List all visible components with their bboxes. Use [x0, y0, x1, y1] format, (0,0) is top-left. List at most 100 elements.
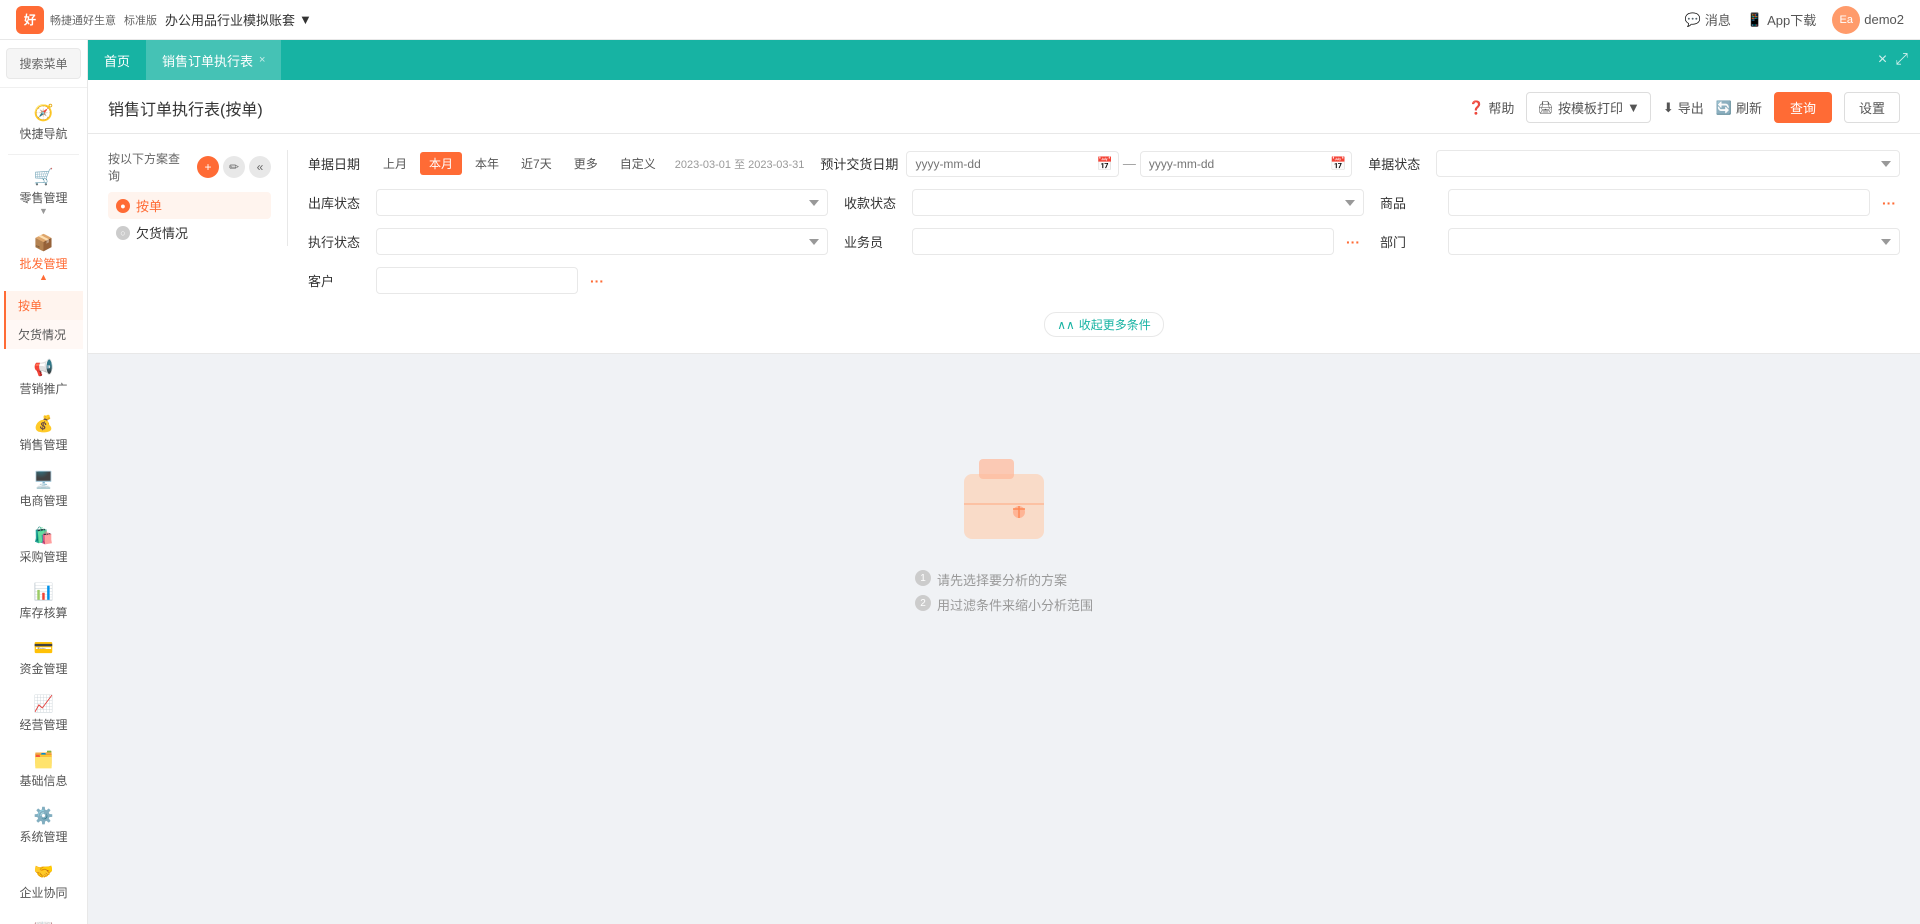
ecommerce-icon: 🖥️	[34, 470, 54, 490]
sidebar-item-finance[interactable]: 💳 资金管理	[4, 630, 83, 685]
top-header: 好 畅捷通好生意 标准版 办公用品行业模拟账套 ▼ 💬 消息 📱 App下载 E…	[0, 0, 1920, 40]
settings-button[interactable]: 设置	[1844, 92, 1900, 123]
zero-retail-icon: 🛒	[34, 167, 54, 187]
payment-select[interactable]	[912, 189, 1364, 216]
submenu-item-1[interactable]: 按单	[6, 291, 83, 320]
tab-home[interactable]: 首页	[88, 40, 146, 80]
tab-restore-btn[interactable]: ×	[1878, 51, 1887, 69]
sidebar-search-area: 搜索菜单	[0, 40, 87, 88]
refresh-icon: 🔄	[1716, 100, 1732, 116]
preset-7days[interactable]: 近7天	[512, 152, 561, 175]
username: demo2	[1864, 12, 1904, 27]
filter-section: 按以下方案查询 + ✏ « ● 按单 ○	[108, 150, 1900, 337]
print-btn[interactable]: 🖨 按模板打印 ▼	[1526, 92, 1650, 123]
message-btn[interactable]: 💬 消息	[1685, 10, 1731, 29]
forecast-end-cal-icon: 📅	[1330, 156, 1346, 172]
forecast-end-input[interactable]	[1140, 151, 1352, 177]
collapse-label: 收起更多条件	[1079, 316, 1151, 333]
sidebar-item-nav-shortcut[interactable]: 🧭 快捷导航	[4, 95, 83, 150]
help-icon: ❓	[1468, 100, 1484, 116]
forecast-start-input[interactable]	[906, 151, 1118, 177]
wholesale-submenu: 按单 欠货情况	[4, 291, 83, 349]
dept-select[interactable]	[1448, 228, 1900, 255]
salesman-input[interactable]	[912, 228, 1334, 255]
date-filter-group: 单据日期 上月 本月 本年 近7天 更多 自定义 2023-03-01 至 20…	[308, 152, 804, 175]
print-label: 按模板打印	[1558, 98, 1623, 117]
marketing-label: 营销推广	[19, 380, 67, 397]
filter-area: 按以下方案查询 + ✏ « ● 按单 ○	[88, 134, 1920, 354]
page-content: 销售订单执行表(按单) ❓ 帮助 🖨 按模板打印 ▼ ⬇ 导出	[88, 80, 1920, 924]
export-btn[interactable]: ⬇ 导出	[1663, 98, 1704, 117]
help-btn[interactable]: ❓ 帮助	[1468, 98, 1514, 117]
scheme-edit-btn[interactable]: ✏	[223, 156, 245, 178]
warehouse-group: 出库状态	[308, 189, 828, 216]
scheme-label-2: 欠货情况	[136, 223, 188, 242]
preset-last-month[interactable]: 上月	[374, 152, 416, 175]
customer-dots-btn[interactable]: ···	[586, 273, 608, 289]
page-header-actions: ❓ 帮助 🖨 按模板打印 ▼ ⬇ 导出 🔄 刷新	[1468, 92, 1900, 123]
export-icon: ⬇	[1663, 100, 1674, 116]
sidebar-item-guide[interactable]: 📖 新手引导	[4, 910, 83, 924]
export-label: 导出	[1678, 98, 1704, 117]
submenu-item-2[interactable]: 欠货情况	[6, 320, 83, 349]
wholesale-icon: 📦	[34, 233, 54, 253]
scheme-collapse-btn[interactable]: «	[249, 156, 271, 178]
product-label: 商品	[1380, 193, 1440, 212]
sidebar-item-enterprise[interactable]: 🤝 企业协同	[4, 854, 83, 909]
sidebar-item-basic[interactable]: 🗂️ 基础信息	[4, 742, 83, 797]
tab-active[interactable]: 销售订单执行表 ×	[146, 40, 281, 80]
salesman-group: 业务员 ···	[844, 228, 1364, 255]
sidebar-item-system[interactable]: ⚙️ 系统管理	[4, 798, 83, 853]
enterprise-icon: 🤝	[34, 862, 54, 882]
sidebar-item-operation[interactable]: 📈 经营管理	[4, 686, 83, 741]
inventory-icon: 📊	[34, 582, 54, 602]
customer-group: 客户 ···	[308, 267, 608, 294]
system-label: 系统管理	[19, 828, 67, 845]
warehouse-select[interactable]	[376, 189, 828, 216]
collapse-more-btn[interactable]: ∧∧ 收起更多条件	[1044, 312, 1164, 337]
preset-this-month[interactable]: 本月	[420, 152, 462, 175]
scheme-add-btn[interactable]: +	[197, 156, 219, 178]
search-button[interactable]: 查询	[1774, 92, 1832, 123]
operation-label: 经营管理	[19, 716, 67, 733]
sidebar-search-btn[interactable]: 搜索菜单	[6, 48, 81, 79]
dept-label: 部门	[1380, 232, 1440, 251]
sidebar-item-wholesale[interactable]: 📦 批发管理 ▲	[4, 225, 83, 290]
refresh-btn[interactable]: 🔄 刷新	[1716, 98, 1762, 117]
salesman-dots-btn[interactable]: ···	[1342, 234, 1364, 250]
tab-close-btn[interactable]: ×	[259, 54, 265, 66]
preset-more[interactable]: 更多	[565, 152, 607, 175]
sidebar-item-marketing[interactable]: 📢 营销推广	[4, 350, 83, 405]
sidebar-item-inventory[interactable]: 📊 库存核算	[4, 574, 83, 629]
status-select[interactable]	[1436, 150, 1900, 177]
exec-select[interactable]	[376, 228, 828, 255]
app-download-btn[interactable]: 📱 App下载	[1747, 10, 1816, 29]
preset-this-year[interactable]: 本年	[466, 152, 508, 175]
date-presets: 上月 本月 本年 近7天 更多 自定义	[374, 152, 665, 175]
scheme-item-2[interactable]: ○ 欠货情况	[108, 219, 271, 246]
header-left: 好 畅捷通好生意 标准版 办公用品行业模拟账套 ▼	[16, 6, 312, 34]
tip-num-1: 1	[915, 570, 931, 586]
product-input[interactable]	[1448, 189, 1870, 216]
system-icon: ⚙️	[34, 806, 54, 826]
sidebar-nav-label: 快捷导航	[19, 125, 67, 142]
empty-tip-2: 2 用过滤条件来缩小分析范围	[915, 595, 1093, 614]
sidebar-item-ecommerce[interactable]: 🖥️ 电商管理	[4, 462, 83, 517]
sidebar-item-purchase[interactable]: 🛍️ 采购管理	[4, 518, 83, 573]
user-profile[interactable]: Ea demo2	[1832, 6, 1904, 34]
sidebar-divider-1	[8, 154, 79, 155]
sales-label: 销售管理	[19, 436, 67, 453]
message-icon: 💬	[1685, 12, 1701, 28]
logo-area: 好 畅捷通好生意	[16, 6, 116, 34]
customer-input[interactable]	[376, 267, 578, 294]
sidebar-item-sales[interactable]: 💰 销售管理	[4, 406, 83, 461]
scheme-item-1[interactable]: ● 按单	[108, 192, 271, 219]
print-arrow-icon: ▼	[1627, 100, 1640, 115]
tab-maximize-btn[interactable]: ⤢	[1895, 51, 1908, 69]
industry-selector[interactable]: 办公用品行业模拟账套 ▼	[165, 10, 312, 29]
product-dots-btn[interactable]: ···	[1878, 195, 1900, 211]
sidebar-item-zero-retail[interactable]: 🛒 零售管理 ▼	[4, 159, 83, 224]
scheme-title-text: 按以下方案查询	[108, 150, 191, 184]
active-tab-label: 销售订单执行表	[162, 51, 253, 70]
preset-custom[interactable]: 自定义	[611, 152, 665, 175]
